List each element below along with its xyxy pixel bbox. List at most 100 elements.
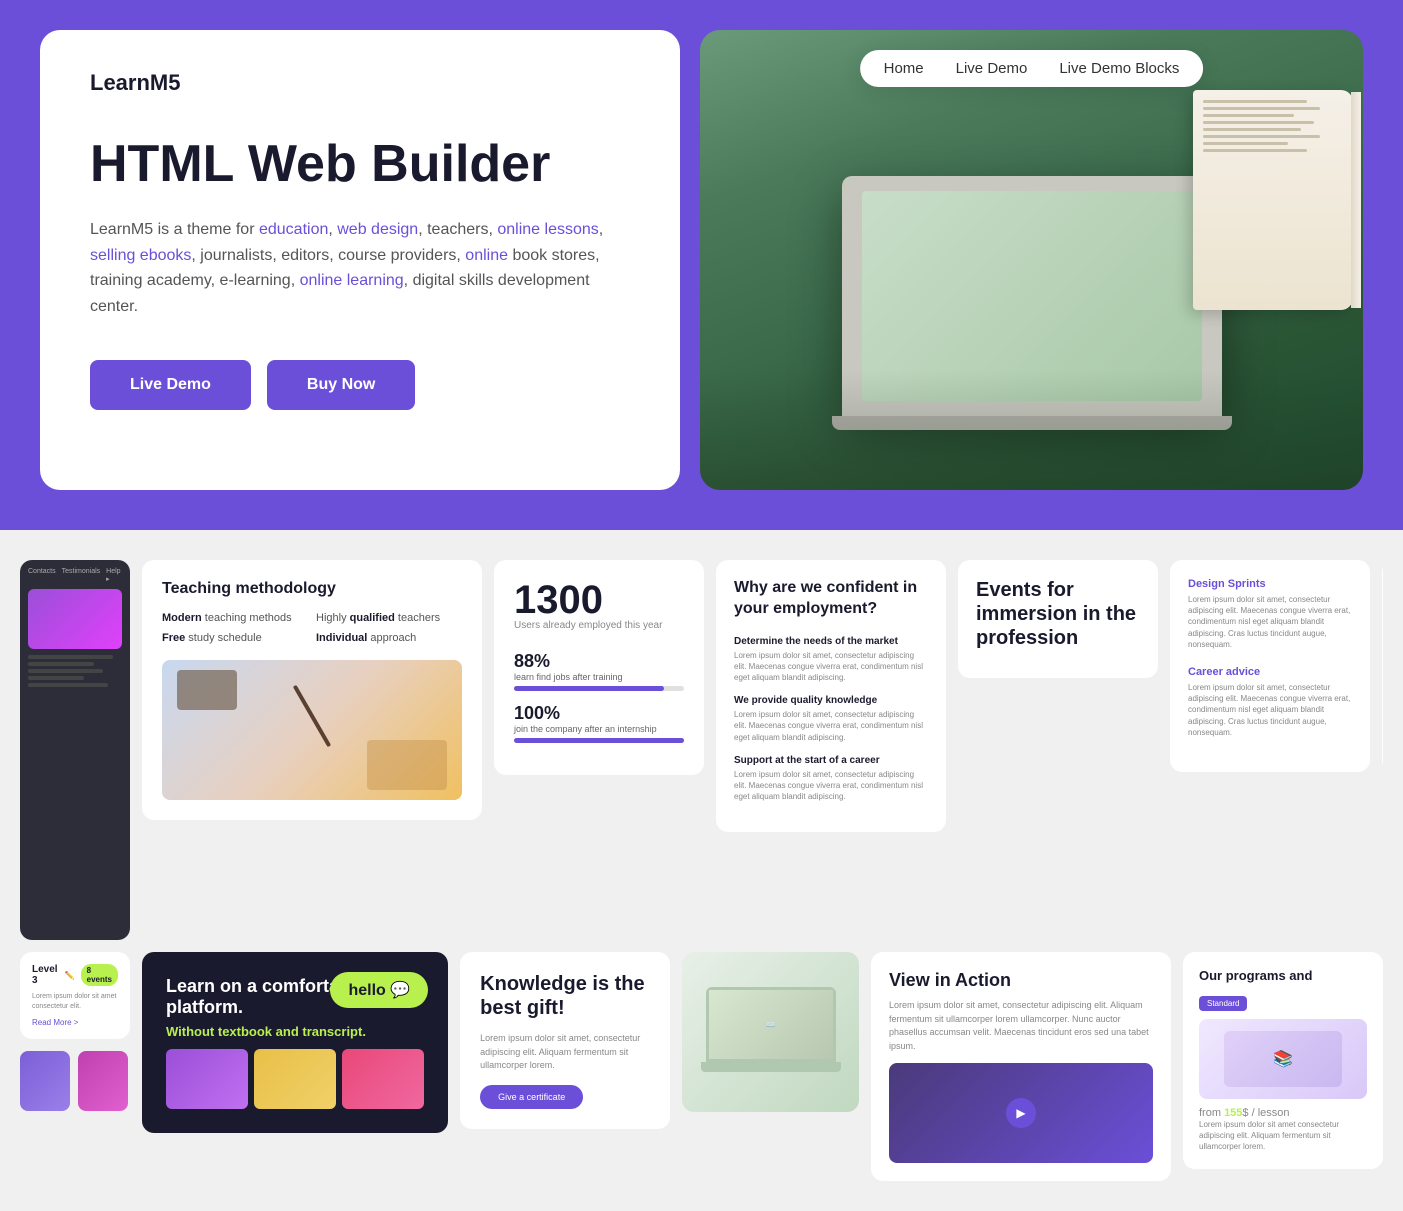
teaching-item-2: Highly qualified teachers — [316, 612, 462, 624]
conf-title-1: Determine the needs of the market — [734, 636, 928, 647]
edit-icon: ✏️ — [65, 971, 75, 980]
bottom-img-2 — [78, 1051, 128, 1111]
nav-home[interactable]: Home — [884, 60, 924, 77]
laptop-image-card: ⌨️ — [682, 952, 859, 1112]
design-card: Design Sprints Lorem ipsum dolor sit ame… — [1170, 560, 1370, 772]
stat-percent-2: 100% — [514, 703, 684, 724]
conf-text-3: Lorem ipsum dolor sit amet, consectetur … — [734, 769, 928, 803]
nav-live-demo[interactable]: Live Demo — [956, 60, 1028, 77]
conf-text-2: Lorem ipsum dolor sit amet, consectetur … — [734, 709, 928, 743]
teaching-item-4: Individual approach — [316, 632, 462, 644]
teaching-image — [162, 660, 462, 800]
events-title: Events for immersion in the profession — [976, 578, 1140, 650]
confidence-item-3: Support at the start of a career Lorem i… — [734, 755, 928, 803]
hero-right-panel: Home Live Demo Live Demo Blocks — [700, 30, 1363, 490]
dark-card-lines — [28, 655, 122, 687]
platform-img-3 — [342, 1049, 424, 1109]
hero-nav: Home Live Demo Live Demo Blocks — [860, 50, 1204, 87]
conf-title-3: Support at the start of a career — [734, 755, 928, 766]
design-title-2: Career advice — [1188, 666, 1352, 678]
view-action-card: View in Action Lorem ipsum dolor sit ame… — [871, 952, 1171, 1181]
design-item-2: Career advice Lorem ipsum dolor sit amet… — [1188, 666, 1352, 738]
stat-label-1: learn find jobs after training — [514, 672, 684, 682]
standard-badge: Standard — [1199, 996, 1247, 1011]
view-action-text: Lorem ipsum dolor sit amet, consectetur … — [889, 999, 1153, 1053]
mini-nav-help[interactable]: Help ▸ — [106, 568, 122, 583]
line — [28, 683, 108, 687]
live-demo-button[interactable]: Live Demo — [90, 360, 251, 410]
confidence-title: Why are we confident in your employment? — [734, 578, 928, 620]
design-text-2: Lorem ipsum dolor sit amet, consectetur … — [1188, 682, 1352, 738]
hero-buttons: Live Demo Buy Now — [90, 360, 630, 410]
events-tag: 8 events — [81, 964, 118, 986]
confidence-card: Why are we confident in your employment?… — [716, 560, 946, 832]
stats-number: 1300 — [514, 580, 684, 620]
level-header: Level 3 ✏️ 8 events — [32, 964, 118, 986]
stat-fill-2 — [514, 738, 684, 743]
hero-image: Home Live Demo Live Demo Blocks — [700, 30, 1363, 490]
stat-fill-1 — [514, 686, 664, 691]
stat-row-1: 88% learn find jobs after training — [514, 651, 684, 691]
book-visual — [1193, 90, 1353, 310]
dark-card-image — [28, 589, 122, 649]
mini-laptop-screen: ⌨️ — [706, 987, 836, 1062]
mini-laptop: ⌨️ — [706, 987, 836, 1077]
certificate-button[interactable]: Give a certificate — [480, 1085, 583, 1109]
platform-img-1 — [166, 1049, 248, 1109]
programs-title: Our programs and — [1199, 968, 1367, 983]
mini-nav-testimonials[interactable]: Testimonials — [62, 568, 101, 583]
play-button[interactable]: ▶ — [1006, 1098, 1036, 1128]
design-text-1: Lorem ipsum dolor sit amet, consectetur … — [1188, 594, 1352, 650]
line — [28, 662, 94, 666]
mini-nav-contacts[interactable]: Contacts — [28, 568, 56, 583]
mini-laptop-base — [701, 1062, 841, 1072]
bottom-img-1 — [20, 1051, 70, 1111]
programs-card: Our programs and Standard 📚 from 155$ / … — [1183, 952, 1383, 1169]
teaching-card: Teaching methodology Modern teaching met… — [142, 560, 482, 820]
confidence-item-1: Determine the needs of the market Lorem … — [734, 636, 928, 684]
platform-card: Learn on a comfortable online platform. … — [142, 952, 448, 1133]
nav-live-demo-blocks[interactable]: Live Demo Blocks — [1059, 60, 1179, 77]
level-card: Level 3 ✏️ 8 events Lorem ipsum dolor si… — [20, 952, 130, 1039]
mini-nav: Contacts Testimonials Help ▸ — [28, 568, 122, 583]
logo: LearnM5 — [90, 70, 630, 96]
dark-ui-card: Contacts Testimonials Help ▸ — [20, 560, 130, 940]
view-action-title: View in Action — [889, 970, 1153, 991]
hero-section: LearnM5 HTML Web Builder LearnM5 is a th… — [0, 0, 1403, 530]
conf-text-1: Lorem ipsum dolor sit amet, consectetur … — [734, 650, 928, 684]
level-text: Lorem ipsum dolor sit amet consectetur e… — [32, 992, 118, 1012]
programs-price: from 155$ / lesson — [1199, 1107, 1367, 1119]
hello-badge: hello 💬 — [330, 972, 428, 1008]
stats-card: 1300 Users already employed this year 88… — [494, 560, 704, 775]
price-value: 155 — [1224, 1107, 1242, 1119]
platform-subtitle: Without textbook and transcript. — [166, 1024, 424, 1039]
platform-img-2 — [254, 1049, 336, 1109]
confidence-item-2: We provide quality knowledge Lorem ipsum… — [734, 695, 928, 743]
stat-percent-1: 88% — [514, 651, 684, 672]
stat-bar-1 — [514, 686, 684, 691]
line — [28, 676, 84, 680]
teaching-item-1: Modern teaching methods — [162, 612, 308, 624]
line — [28, 655, 113, 659]
teaching-title: Teaching methodology — [162, 580, 462, 598]
programs-desc: Lorem ipsum dolor sit amet consectetur a… — [1199, 1119, 1367, 1153]
read-more-link[interactable]: Read More > — [32, 1018, 118, 1027]
line — [28, 669, 103, 673]
buy-now-button[interactable]: Buy Now — [267, 360, 415, 410]
stat-label-2: join the company after an internship — [514, 724, 684, 734]
programs-preview: 📚 — [1199, 1019, 1367, 1099]
knowledge-card: Knowledge is the best gift! Lorem ipsum … — [460, 952, 670, 1129]
view-action-thumbnail[interactable]: ▶ — [889, 1063, 1153, 1163]
knowledge-title: Knowledge is the best gift! — [480, 972, 650, 1020]
design-item-1: Design Sprints Lorem ipsum dolor sit ame… — [1188, 578, 1352, 650]
knowledge-text: Lorem ipsum dolor sit amet, consectetur … — [480, 1032, 650, 1073]
teaching-item-3: Free study schedule — [162, 632, 308, 644]
events-card: Events for immersion in the profession — [958, 560, 1158, 678]
stats-subtitle: Users already employed this year — [514, 620, 684, 631]
stat-row-2: 100% join the company after an internshi… — [514, 703, 684, 743]
design-title-1: Design Sprints — [1188, 578, 1352, 590]
hero-description: LearnM5 is a theme for education, web de… — [90, 217, 630, 319]
apply-card: Apply for study Name Email Phone Send an… — [1382, 560, 1383, 772]
hero-left-panel: LearnM5 HTML Web Builder LearnM5 is a th… — [40, 30, 680, 490]
platform-images — [166, 1049, 424, 1109]
